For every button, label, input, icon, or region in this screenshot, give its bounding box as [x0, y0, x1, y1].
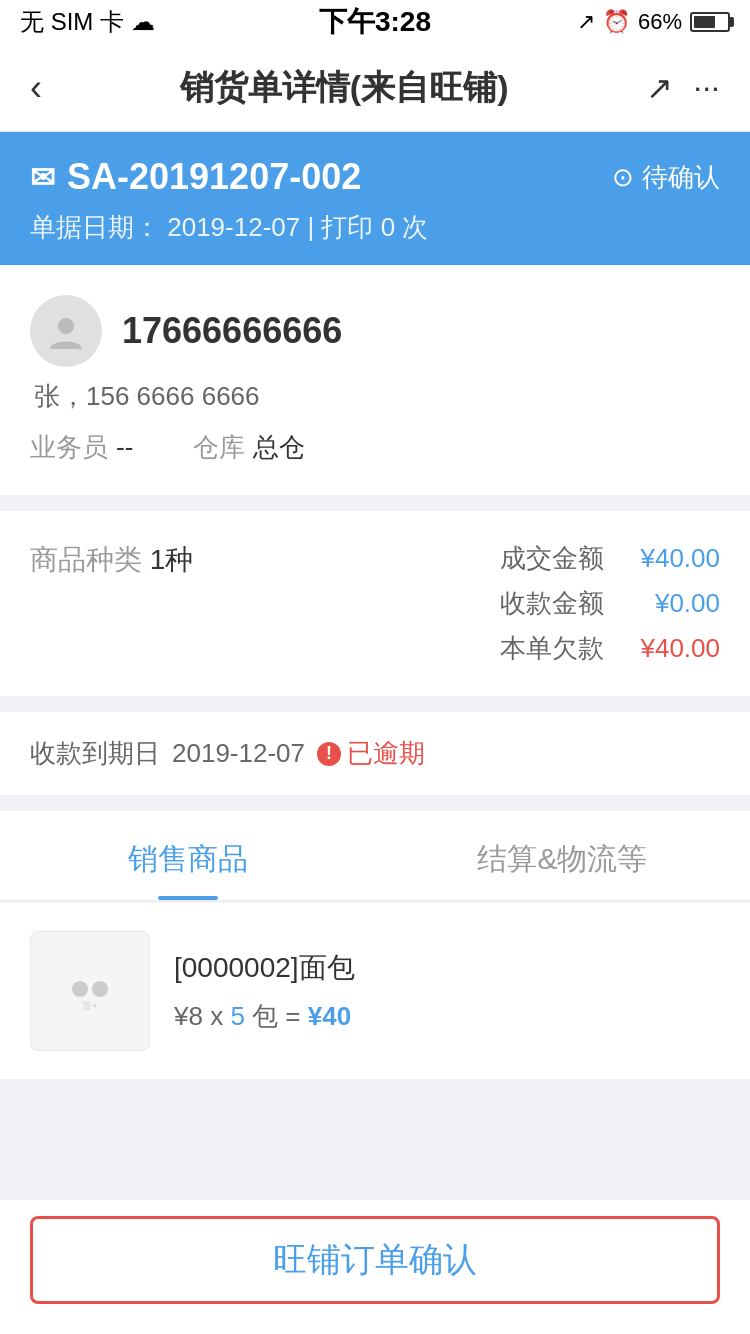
bottom-bar: 旺铺订单确认 — [0, 1200, 750, 1334]
overdue-icon: ! — [317, 742, 341, 766]
category-info: 商品种类 1种 — [30, 541, 193, 579]
quantity: 5 — [230, 1001, 244, 1031]
category-label: 商品种类 — [30, 544, 142, 575]
salesperson-field: 业务员 -- — [30, 430, 133, 465]
order-header-banner: ✉ SA-20191207-002 ⊙ 待确认 单据日期： 2019-12-07… — [0, 132, 750, 265]
customer-phone: 17666666666 — [122, 310, 342, 352]
tab-settlement-label: 结算&物流等 — [477, 842, 647, 875]
order-icon: ✉ — [30, 160, 55, 195]
location-icon: ↗ — [577, 9, 595, 35]
order-id-container: ✉ SA-20191207-002 — [30, 156, 361, 198]
customer-section: 17666666666 张，156 6666 6666 业务员 -- 仓库 总仓 — [0, 265, 750, 495]
product-logo: 管+ — [60, 971, 120, 1011]
due-date-label: 收款到期日 — [30, 736, 160, 771]
page-title: 销货单详情(来自旺铺) — [180, 65, 509, 111]
category-value: 1种 — [150, 544, 194, 575]
status-label: 待确认 — [642, 160, 720, 195]
tab-sales-label: 销售商品 — [128, 842, 248, 875]
date-value: 2019-12-07 — [167, 212, 300, 242]
print-info: | 打印 0 次 — [307, 212, 428, 242]
received-value: ¥0.00 — [620, 588, 720, 619]
total-price: ¥40 — [308, 1001, 351, 1031]
confirm-order-button[interactable]: 旺铺订单确认 — [30, 1216, 720, 1304]
sim-label: 无 SIM 卡 ☁ — [20, 6, 155, 38]
status-bar-time: 下午3:28 — [319, 3, 431, 41]
product-details: [0000002]面包 ¥8 x 5 包 = ¥40 — [174, 949, 720, 1034]
owed-label: 本单欠款 — [500, 631, 604, 666]
warehouse-field: 仓库 总仓 — [193, 430, 305, 465]
amount-row: 成交金额 ¥40.00 — [500, 541, 720, 576]
svg-point-1 — [72, 981, 88, 997]
svg-point-2 — [92, 981, 108, 997]
unit-label: 包 — [252, 1001, 278, 1031]
overdue-label: 已逾期 — [347, 736, 425, 771]
summary-section: 商品种类 1种 成交金额 ¥40.00 收款金额 ¥0.00 本单欠款 ¥40.… — [0, 511, 750, 696]
avatar — [30, 295, 102, 367]
financial-summary: 成交金额 ¥40.00 收款金额 ¥0.00 本单欠款 ¥40.00 — [500, 541, 720, 666]
amount-value: ¥40.00 — [620, 543, 720, 574]
battery-icon — [690, 12, 730, 32]
table-row: 管+ [0000002]面包 ¥8 x 5 包 = ¥40 — [0, 903, 750, 1080]
tab-sales-products[interactable]: 销售商品 — [0, 811, 375, 900]
due-date-value: 2019-12-07 — [172, 738, 305, 769]
tabs-bar: 销售商品 结算&物流等 — [0, 811, 750, 901]
status-bar-left: 无 SIM 卡 ☁ — [20, 6, 155, 38]
tab-settlement[interactable]: 结算&物流等 — [375, 811, 750, 900]
status-bar-right: ↗ ⏰ 66% — [577, 9, 730, 35]
multiply-sign: x — [210, 1001, 230, 1031]
nav-bar: ‹ 销货单详情(来自旺铺) ↗ ··· — [0, 44, 750, 132]
clock-icon: ⊙ — [612, 162, 634, 193]
received-label: 收款金额 — [500, 586, 604, 621]
battery-percent: 66% — [638, 9, 682, 35]
order-status: ⊙ 待确认 — [612, 160, 720, 195]
due-date-section: 收款到期日 2019-12-07 ! 已逾期 — [0, 712, 750, 795]
received-row: 收款金额 ¥0.00 — [500, 586, 720, 621]
date-label: 单据日期： — [30, 212, 160, 242]
svg-text:管+: 管+ — [82, 1000, 98, 1011]
amount-label: 成交金额 — [500, 541, 604, 576]
overdue-badge: ! 已逾期 — [317, 736, 425, 771]
customer-name: 张，156 6666 6666 — [30, 379, 720, 414]
product-thumbnail: 管+ — [30, 931, 150, 1051]
customer-meta: 业务员 -- 仓库 总仓 — [30, 430, 720, 465]
svg-point-0 — [58, 318, 74, 334]
owed-value: ¥40.00 — [620, 633, 720, 664]
product-price-row: ¥8 x 5 包 = ¥40 — [174, 999, 720, 1034]
warehouse-value: 总仓 — [253, 430, 305, 465]
product-name: [0000002]面包 — [174, 949, 720, 987]
order-date-row: 单据日期： 2019-12-07 | 打印 0 次 — [30, 210, 720, 245]
price-per-unit: ¥8 — [174, 1001, 203, 1031]
equals-sign: = — [285, 1001, 307, 1031]
product-list: 管+ [0000002]面包 ¥8 x 5 包 = ¥40 — [0, 903, 750, 1080]
status-bar: 无 SIM 卡 ☁ 下午3:28 ↗ ⏰ 66% — [0, 0, 750, 44]
owed-row: 本单欠款 ¥40.00 — [500, 631, 720, 666]
alarm-icon: ⏰ — [603, 9, 630, 35]
more-icon[interactable]: ··· — [693, 69, 720, 106]
share-icon[interactable]: ↗ — [646, 69, 673, 107]
back-button[interactable]: ‹ — [30, 67, 42, 109]
order-id: SA-20191207-002 — [67, 156, 361, 198]
warehouse-label: 仓库 — [193, 430, 245, 465]
salesperson-value: -- — [116, 432, 133, 463]
nav-actions: ↗ ··· — [646, 69, 720, 107]
salesperson-label: 业务员 — [30, 430, 108, 465]
